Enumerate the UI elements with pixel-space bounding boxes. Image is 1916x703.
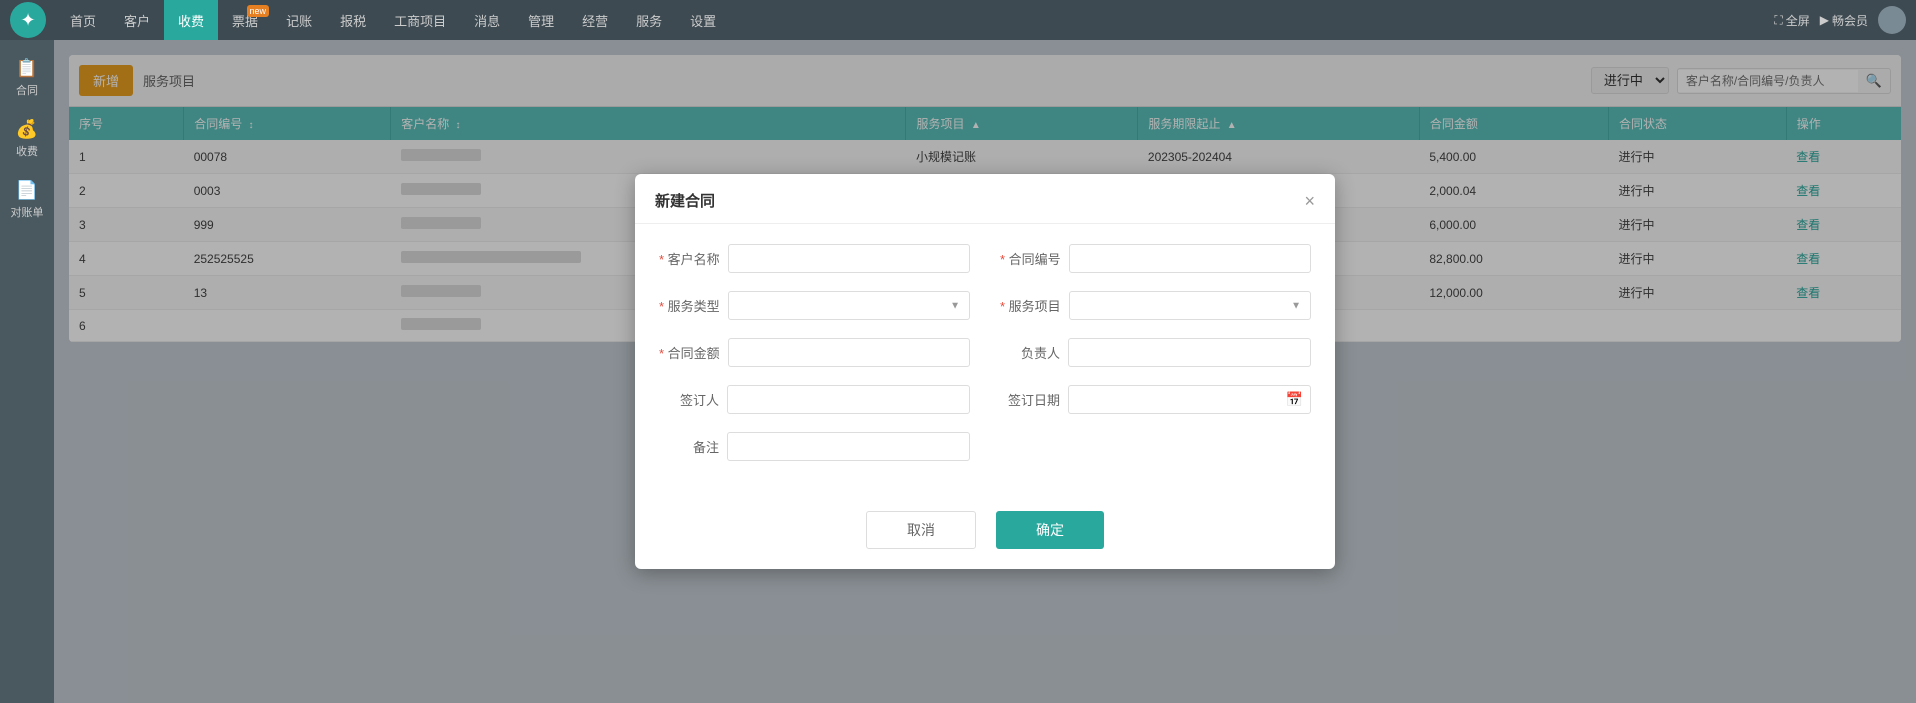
sidebar-item-fee[interactable]: 💰 收费 (0, 111, 54, 167)
modal-body: 客户名称 合同编号 服务类型 (635, 224, 1335, 499)
service-item-select[interactable] (1069, 291, 1311, 320)
nav-tax[interactable]: 报税 (326, 0, 380, 40)
contract-no-input[interactable] (1069, 244, 1311, 273)
calendar-icon: 📅 (1286, 391, 1303, 408)
user-avatar[interactable] (1878, 6, 1906, 34)
contract-no-label: 合同编号 (1000, 249, 1061, 268)
sign-date-label: 签订日期 (1000, 390, 1060, 409)
sidebar: 📋 合同 💰 收费 📄 对账单 (0, 40, 54, 703)
field-empty (1000, 432, 1311, 461)
modal-close-button[interactable]: × (1304, 192, 1315, 210)
nav-service[interactable]: 服务 (622, 0, 676, 40)
customer-name-label: 客户名称 (659, 249, 720, 268)
field-responsible: 负责人 (1000, 338, 1311, 367)
confirm-button[interactable]: 确定 (996, 511, 1104, 549)
field-contract-no: 合同编号 (1000, 244, 1311, 273)
content-area: 新增 服务项目 进行中 已完成 已终止 🔍 (54, 40, 1916, 703)
responsible-label: 负责人 (1000, 343, 1060, 362)
responsible-input[interactable] (1068, 338, 1311, 367)
field-contract-amount: 合同金额 0.00 (659, 338, 970, 367)
nav-business[interactable]: 工商项目 (380, 0, 460, 40)
cancel-button[interactable]: 取消 (866, 511, 976, 549)
fullscreen-icon: ⛶ (1774, 13, 1782, 28)
contract-amount-input[interactable]: 0.00 (728, 338, 970, 367)
nav-customer[interactable]: 客户 (110, 0, 164, 40)
nav-fee[interactable]: 收费 (164, 0, 218, 40)
service-item-select-wrapper (1069, 291, 1311, 320)
field-sign-date: 签订日期 2023-06-06 📅 (1000, 385, 1311, 414)
new-contract-modal: 新建合同 × 客户名称 合同编号 (635, 174, 1335, 569)
fee-icon: 💰 (16, 119, 38, 140)
nav-operation[interactable]: 经营 (568, 0, 622, 40)
sidebar-item-statement[interactable]: 📄 对账单 (0, 172, 54, 228)
notes-label: 备注 (659, 437, 719, 456)
nav-message[interactable]: 消息 (460, 0, 514, 40)
top-navigation: ✦ 首页 客户 收费 票据 new 记账 报税 工商项目 消息 管理 经 (0, 0, 1916, 40)
sidebar-item-contract[interactable]: 📋 合同 (0, 50, 54, 106)
form-row-4: 签订人 签订日期 2023-06-06 📅 (659, 385, 1311, 414)
field-signer: 签订人 (659, 385, 970, 414)
modal-header: 新建合同 × (635, 174, 1335, 224)
field-service-type: 服务类型 (659, 291, 970, 320)
vip-button[interactable]: ▶ 畅会员 (1820, 12, 1868, 29)
field-customer-name: 客户名称 (659, 244, 970, 273)
play-icon: ▶ (1820, 13, 1829, 27)
nav-ticket[interactable]: 票据 new (218, 0, 272, 40)
service-type-select[interactable] (728, 291, 970, 320)
contract-amount-label: 合同金额 (659, 343, 720, 362)
nav-right: ⛶ 全屏 ▶ 畅会员 (1774, 6, 1906, 34)
service-item-label: 服务项目 (1000, 296, 1061, 315)
form-row-5: 备注 (659, 432, 1311, 461)
modal-footer: 取消 确定 (635, 499, 1335, 569)
modal-title: 新建合同 (655, 190, 715, 211)
service-type-label: 服务类型 (659, 296, 720, 315)
sign-date-wrapper: 2023-06-06 📅 (1068, 385, 1311, 414)
contract-icon: 📋 (16, 58, 38, 79)
signer-input[interactable] (727, 385, 970, 414)
fullscreen-button[interactable]: ⛶ 全屏 (1774, 12, 1809, 29)
statement-icon: 📄 (16, 180, 38, 201)
nav-accounting[interactable]: 记账 (272, 0, 326, 40)
sign-date-input[interactable]: 2023-06-06 (1068, 385, 1311, 414)
nav-menu: 首页 客户 收费 票据 new 记账 报税 工商项目 消息 管理 经营 (56, 0, 1774, 40)
notes-input[interactable] (727, 432, 970, 461)
signer-label: 签订人 (659, 390, 719, 409)
field-service-item: 服务项目 (1000, 291, 1311, 320)
nav-settings[interactable]: 设置 (676, 0, 730, 40)
new-badge: new (247, 5, 270, 17)
app-logo: ✦ (10, 2, 46, 38)
form-row-1: 客户名称 合同编号 (659, 244, 1311, 273)
customer-name-input[interactable] (728, 244, 970, 273)
form-row-2: 服务类型 服务项目 (659, 291, 1311, 320)
nav-management[interactable]: 管理 (514, 0, 568, 40)
main-layout: 📋 合同 💰 收费 📄 对账单 新增 服务项目 进行中 已完成 已终止 (0, 40, 1916, 703)
form-row-3: 合同金额 0.00 负责人 (659, 338, 1311, 367)
field-notes: 备注 (659, 432, 970, 461)
modal-overlay: 新建合同 × 客户名称 合同编号 (54, 40, 1916, 703)
nav-home[interactable]: 首页 (56, 0, 110, 40)
service-type-select-wrapper (728, 291, 970, 320)
